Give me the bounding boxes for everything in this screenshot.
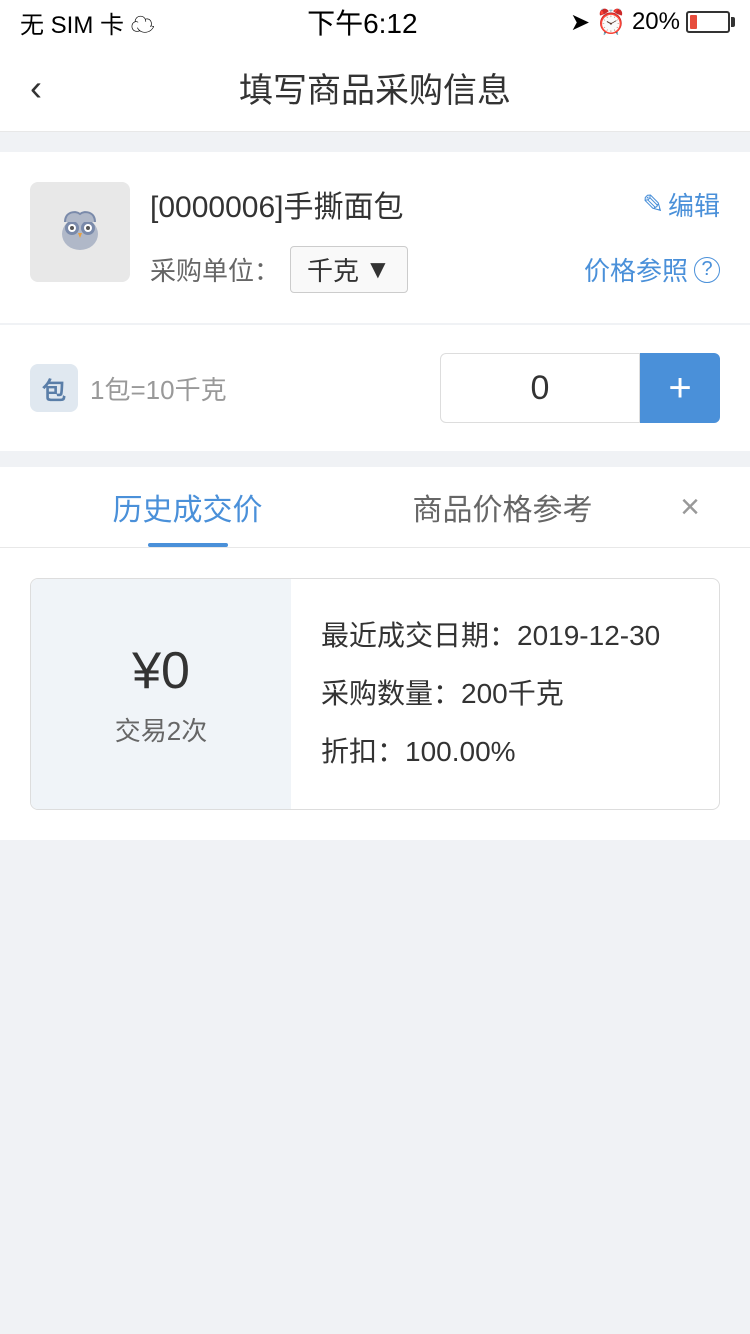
- unit-select[interactable]: 千克 ▼: [290, 246, 408, 293]
- recent-date-label: 最近成交日期：: [321, 620, 517, 651]
- close-button[interactable]: ×: [660, 467, 720, 547]
- card-trade-count: 交易2次: [115, 711, 207, 748]
- card-left: ¥0 交易2次: [31, 579, 291, 809]
- card-price: ¥0: [132, 641, 190, 701]
- location-icon: ➤: [570, 8, 590, 37]
- tab-product-price-ref[interactable]: 商品价格参考: [345, 467, 660, 547]
- status-time: 下午6:12: [307, 2, 418, 42]
- price-reference-button[interactable]: 价格参照 ?: [584, 251, 720, 288]
- edit-icon: ✎: [642, 189, 664, 220]
- product-section: [0000006]手撕面包 ✎ 编辑 采购单位： 千克 ▼ 价格参照 ?: [0, 152, 750, 323]
- tab-active-indicator: [148, 543, 228, 547]
- page-title: 填写商品采购信息: [90, 63, 660, 112]
- unit-row: 采购单位： 千克 ▼ 价格参照 ?: [150, 246, 720, 293]
- purchase-qty-row: 采购数量：200千克: [321, 673, 689, 715]
- quantity-plus-button[interactable]: +: [640, 353, 720, 423]
- battery-percent: 20%: [632, 8, 680, 36]
- qty-left: 包 1包=10千克: [30, 364, 227, 412]
- product-name-row: [0000006]手撕面包 ✎ 编辑: [150, 182, 720, 226]
- battery-icon: [686, 11, 730, 33]
- section-divider: [0, 451, 750, 467]
- quantity-section: 包 1包=10千克 0 +: [0, 325, 750, 451]
- unit-arrow-icon: ▼: [365, 254, 391, 285]
- status-right: ➤ ⏰ 20%: [570, 8, 730, 37]
- card-area: ¥0 交易2次 最近成交日期：2019-12-30 采购数量：200千克 折扣：…: [0, 548, 750, 840]
- quantity-input[interactable]: 0: [440, 353, 640, 423]
- unit-label: 采购单位：: [150, 251, 280, 288]
- tab-product-price-ref-label: 商品价格参考: [413, 485, 593, 529]
- discount-row: 折扣：100.00%: [321, 731, 689, 773]
- status-bar: 无 SIM 卡 ☁ 下午6:12 ➤ ⏰ 20%: [0, 0, 750, 44]
- alarm-icon: ⏰: [596, 8, 626, 37]
- discount-label: 折扣：: [321, 736, 405, 767]
- price-ref-question-icon: ?: [694, 257, 720, 283]
- purchase-qty-label: 采购数量：: [321, 678, 461, 709]
- nav-bar: ‹ 填写商品采购信息: [0, 44, 750, 132]
- product-name: [0000006]手撕面包: [150, 182, 403, 226]
- price-card: ¥0 交易2次 最近成交日期：2019-12-30 采购数量：200千克 折扣：…: [30, 578, 720, 810]
- product-info: [0000006]手撕面包 ✎ 编辑 采购单位： 千克 ▼ 价格参照 ?: [150, 182, 720, 293]
- tabs-header: 历史成交价 商品价格参考 ×: [0, 467, 750, 548]
- price-ref-label: 价格参照: [584, 251, 688, 288]
- status-left: 无 SIM 卡 ☁: [20, 5, 155, 40]
- package-ratio-label: 1包=10千克: [90, 370, 227, 407]
- tab-history-price[interactable]: 历史成交价: [30, 467, 345, 547]
- product-logo-icon: [50, 202, 110, 262]
- purchase-qty-value: 200千克: [461, 678, 564, 709]
- unit-value: 千克: [307, 251, 359, 288]
- no-sim-label: 无 SIM 卡 ☁: [20, 5, 155, 40]
- battery-fill: [690, 15, 697, 29]
- discount-value: 100.00%: [405, 736, 516, 767]
- product-image: [30, 182, 130, 282]
- card-right: 最近成交日期：2019-12-30 采购数量：200千克 折扣：100.00%: [291, 579, 719, 809]
- tab-history-price-label: 历史成交价: [113, 485, 263, 529]
- edit-label: 编辑: [668, 186, 720, 223]
- back-button[interactable]: ‹: [30, 67, 90, 109]
- edit-button[interactable]: ✎ 编辑: [642, 186, 720, 223]
- recent-date-row: 最近成交日期：2019-12-30: [321, 615, 689, 657]
- tabs-section: 历史成交价 商品价格参考 × ¥0 交易2次 最近成交日期：2019-12-30…: [0, 467, 750, 840]
- product-header: [0000006]手撕面包 ✎ 编辑 采购单位： 千克 ▼ 价格参照 ?: [30, 182, 720, 293]
- recent-date-value: 2019-12-30: [517, 620, 660, 651]
- qty-right: 0 +: [440, 353, 720, 423]
- package-icon: 包: [30, 364, 78, 412]
